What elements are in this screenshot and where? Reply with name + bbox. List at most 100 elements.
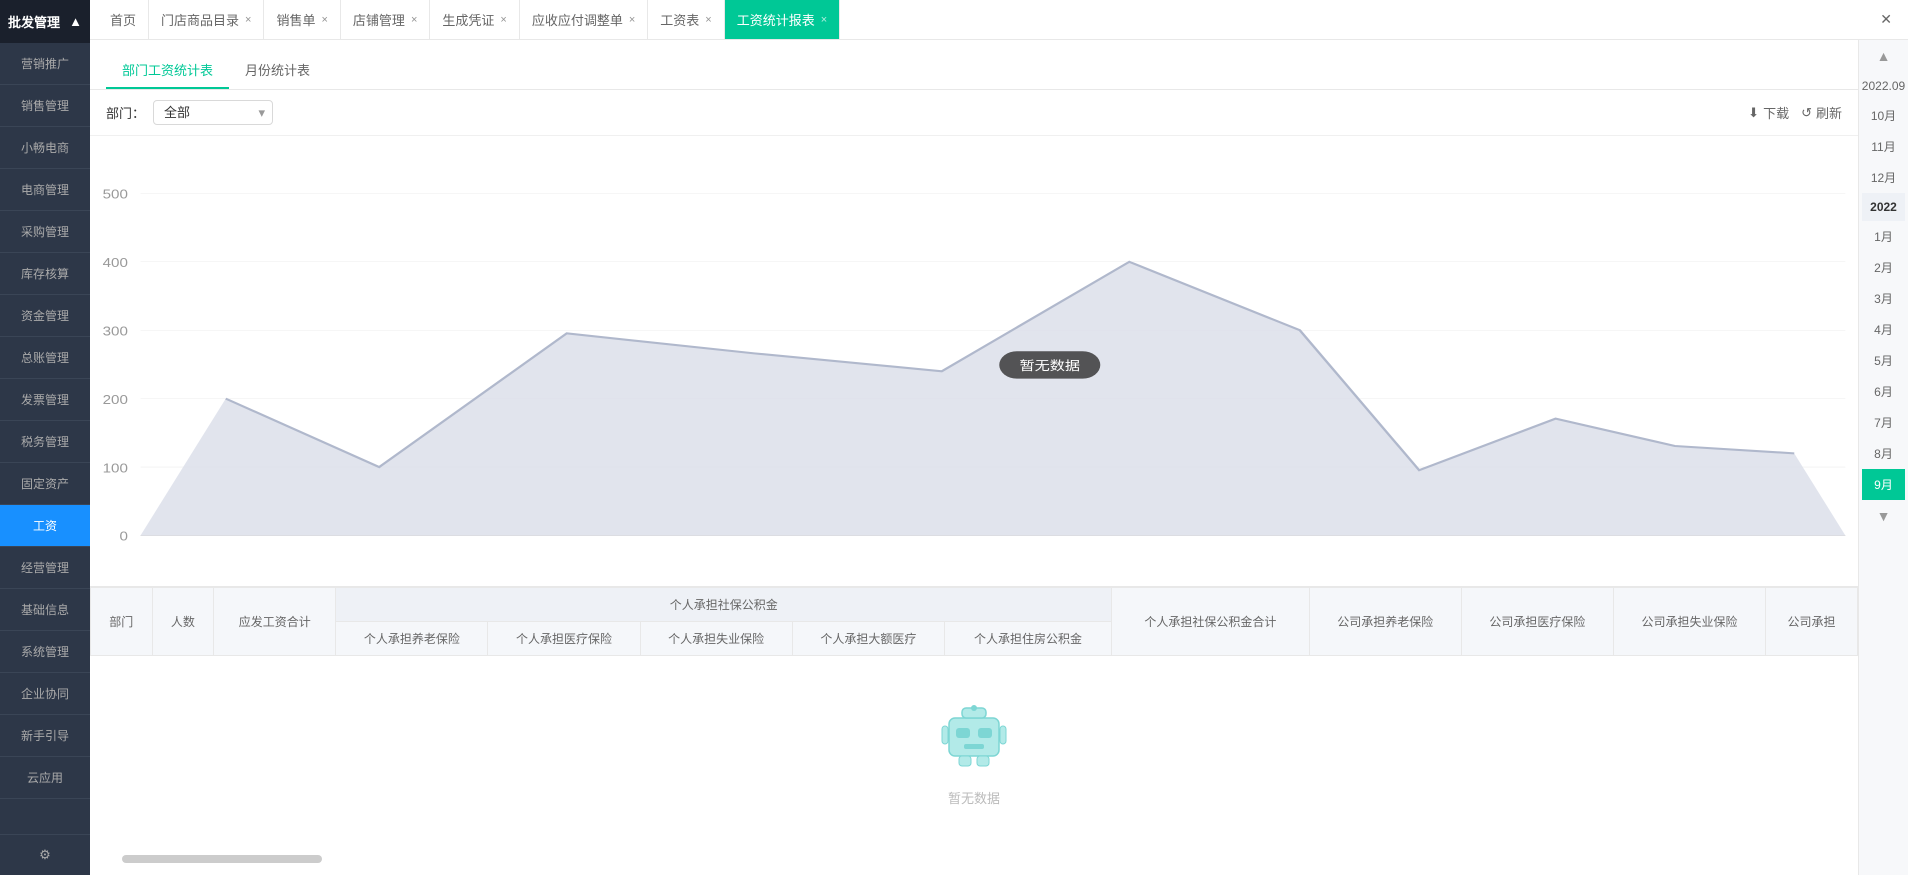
month-item-8月[interactable]: 8月 <box>1862 438 1905 469</box>
sidebar-item-税务管理[interactable]: 税务管理 <box>0 421 90 463</box>
toolbar: 部门： 全部 ⬇ 下载 ↺ 刷新 <box>90 90 1858 136</box>
close-all-button[interactable]: ✕ <box>1880 11 1892 28</box>
sidebar-item-新手引导[interactable]: 新手引导 <box>0 715 90 757</box>
sidebar-item-经营管理[interactable]: 经营管理 <box>0 547 90 589</box>
sidebar-footer-settings[interactable]: ⚙ <box>0 834 90 875</box>
sidebar-header[interactable]: 批发管理 ▲ <box>0 0 90 43</box>
svg-text:暂无数据: 暂无数据 <box>1019 358 1080 372</box>
tab-bar: 首页门店商品目录×销售单×店铺管理×生成凭证×应收应付调整单×工资表×工资统计报… <box>90 0 1908 40</box>
month-up-button[interactable]: ▲ <box>1859 40 1908 72</box>
month-item-9月[interactable]: 9月 <box>1862 469 1905 500</box>
sub-tab-1[interactable]: 月份统计表 <box>229 52 326 89</box>
tab-生成凭证[interactable]: 生成凭证 × <box>430 0 519 40</box>
tab-label: 工资表 <box>660 10 699 29</box>
tab-close-icon[interactable]: × <box>321 14 327 26</box>
table-scrollbar[interactable] <box>122 855 322 863</box>
sidebar-item-总账管理[interactable]: 总账管理 <box>0 337 90 379</box>
tab-label: 首页 <box>110 10 136 29</box>
svg-text:100: 100 <box>103 461 129 475</box>
col-company-pension: 公司承担养老保险 <box>1309 588 1461 656</box>
month-item-1月[interactable]: 1月 <box>1862 221 1905 252</box>
sidebar-item-采购管理[interactable]: 采购管理 <box>0 211 90 253</box>
chart-svg: 0 100 200 300 400 500 <box>90 146 1858 546</box>
col-total-salary: 应发工资合计 <box>214 588 336 656</box>
tab-close-icon[interactable]: × <box>245 14 251 26</box>
tab-销售单[interactable]: 销售单 × <box>264 0 340 40</box>
sidebar-item-小畅电商[interactable]: 小畅电商 <box>0 127 90 169</box>
month-item-5月[interactable]: 5月 <box>1862 345 1905 376</box>
col-personal-unemploy: 个人承担失业保险 <box>640 622 792 656</box>
sub-tab-0[interactable]: 部门工资统计表 <box>106 52 229 89</box>
data-table: 部门 人数 应发工资合计 个人承担社保公积金 个人承担社保公积金合计 公司承担养… <box>90 587 1858 847</box>
tab-label: 门店商品目录 <box>161 10 239 29</box>
sidebar-item-库存核算[interactable]: 库存核算 <box>0 253 90 295</box>
sidebar-title: 批发管理 <box>8 12 60 31</box>
month-item-2022[interactable]: 2022 <box>1862 193 1905 221</box>
svg-text:500: 500 <box>103 187 129 201</box>
month-sidebar: ▲ 2022.0910月11月12月20221月2月3月4月5月6月7月8月9月… <box>1858 40 1908 875</box>
svg-text:0: 0 <box>119 529 128 543</box>
download-button[interactable]: ⬇ 下载 <box>1748 103 1789 122</box>
month-item-11月[interactable]: 11月 <box>1862 131 1905 162</box>
month-item-2022.09[interactable]: 2022.09 <box>1862 72 1905 100</box>
tab-label: 工资统计报表 <box>737 10 815 29</box>
sidebar-item-基础信息[interactable]: 基础信息 <box>0 589 90 631</box>
col-company-other: 公司承担 <box>1766 588 1858 656</box>
month-item-7月[interactable]: 7月 <box>1862 407 1905 438</box>
toolbar-right: ⬇ 下载 ↺ 刷新 <box>1748 103 1842 122</box>
month-item-12月[interactable]: 12月 <box>1862 162 1905 193</box>
tab-工资表[interactable]: 工资表 × <box>648 0 724 40</box>
sidebar-item-营销推广[interactable]: 营销推广 <box>0 43 90 85</box>
month-item-6月[interactable]: 6月 <box>1862 376 1905 407</box>
tab-首页[interactable]: 首页 <box>98 0 149 40</box>
tab-工资统计报表[interactable]: 工资统计报表 × <box>725 0 840 40</box>
col-personal-medical: 个人承担医疗保险 <box>488 622 640 656</box>
col-dept: 部门 <box>91 588 153 656</box>
sidebar-item-电商管理[interactable]: 电商管理 <box>0 169 90 211</box>
tab-label: 生成凭证 <box>442 10 494 29</box>
tab-应收应付调整单[interactable]: 应收应付调整单× <box>520 0 648 40</box>
col-company-medical: 公司承担医疗保险 <box>1461 588 1613 656</box>
svg-text:400: 400 <box>103 255 129 269</box>
month-item-10月[interactable]: 10月 <box>1862 100 1905 131</box>
tab-label: 销售单 <box>276 10 315 29</box>
sidebar-item-资金管理[interactable]: 资金管理 <box>0 295 90 337</box>
month-down-button[interactable]: ▼ <box>1859 500 1908 532</box>
tab-门店商品目录[interactable]: 门店商品目录 × <box>149 0 264 40</box>
month-item-2月[interactable]: 2月 <box>1862 252 1905 283</box>
refresh-button[interactable]: ↺ 刷新 <box>1801 103 1842 122</box>
tab-close-icon[interactable]: × <box>500 14 506 26</box>
tab-店铺管理[interactable]: 店铺管理 × <box>341 0 430 40</box>
tab-label: 店铺管理 <box>353 10 405 29</box>
table-area: 部门 人数 应发工资合计 个人承担社保公积金 个人承担社保公积金合计 公司承担养… <box>90 586 1858 875</box>
main-panel: 部门工资统计表月份统计表 部门： 全部 ⬇ 下载 ↺ 刷 <box>90 40 1858 875</box>
sub-tabs: 部门工资统计表月份统计表 <box>90 40 1858 90</box>
svg-text:300: 300 <box>103 324 129 338</box>
month-item-4月[interactable]: 4月 <box>1862 314 1905 345</box>
sidebar-item-发票管理[interactable]: 发票管理 <box>0 379 90 421</box>
dept-select-wrapper[interactable]: 全部 <box>153 100 273 125</box>
col-personal-pension: 个人承担养老保险 <box>336 622 488 656</box>
tab-close-icon[interactable]: × <box>411 14 417 26</box>
col-count: 人数 <box>152 588 214 656</box>
sidebar-item-固定资产[interactable]: 固定资产 <box>0 463 90 505</box>
tab-bar-end: ✕ <box>1872 11 1900 28</box>
tab-close-icon[interactable]: × <box>821 14 827 26</box>
chart-container: 0 100 200 300 400 500 <box>90 136 1858 586</box>
sidebar-item-工资[interactable]: 工资 <box>0 505 90 547</box>
sidebar-item-系统管理[interactable]: 系统管理 <box>0 631 90 673</box>
month-item-3月[interactable]: 3月 <box>1862 283 1905 314</box>
sidebar-item-云应用[interactable]: 云应用 <box>0 757 90 799</box>
sidebar-toggle-icon[interactable]: ▲ <box>69 14 82 29</box>
settings-icon: ⚙ <box>39 847 51 862</box>
refresh-label: 刷新 <box>1816 103 1842 122</box>
tab-close-icon[interactable]: × <box>629 14 635 26</box>
col-company-unemploy: 公司承担失业保险 <box>1613 588 1765 656</box>
dept-select[interactable]: 全部 <box>153 100 273 125</box>
sidebar-item-销售管理[interactable]: 销售管理 <box>0 85 90 127</box>
sidebar-item-企业协同[interactable]: 企业协同 <box>0 673 90 715</box>
empty-row: 暂无数据 <box>91 656 1858 848</box>
tab-close-icon[interactable]: × <box>705 14 711 26</box>
col-personal-major-medical: 个人承担大额医疗 <box>792 622 944 656</box>
dept-label: 部门： <box>106 103 145 122</box>
